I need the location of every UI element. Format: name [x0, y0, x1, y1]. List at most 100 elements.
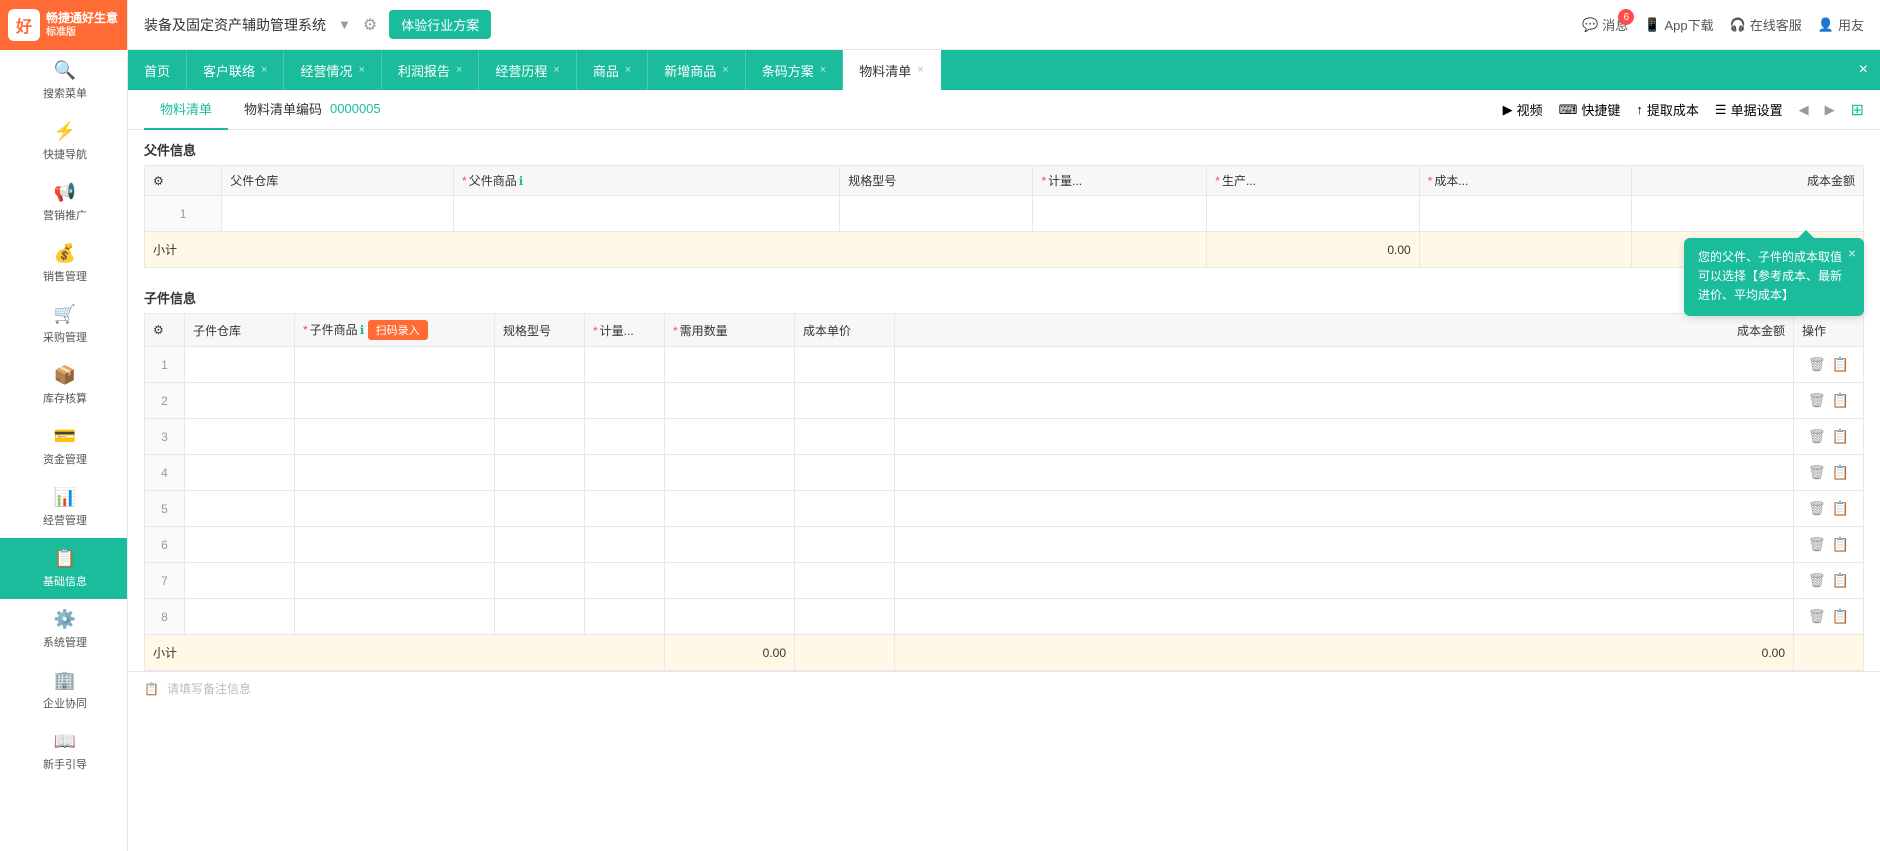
child-spec-8[interactable]: [495, 599, 585, 635]
child-req-qty-5[interactable]: [665, 491, 795, 527]
child-warehouse-8[interactable]: [185, 599, 295, 635]
child-cost-amount-1[interactable]: [895, 347, 1794, 383]
app-download-btn[interactable]: 📱 App下载: [1644, 15, 1713, 34]
child-spec-4[interactable]: [495, 455, 585, 491]
scan-input-btn[interactable]: 扫码录入: [368, 320, 428, 340]
copy-icon-5[interactable]: 📋: [1832, 500, 1849, 517]
close-tab-profit[interactable]: ×: [456, 64, 462, 76]
child-cost-amount-6[interactable]: [895, 527, 1794, 563]
child-unit-8[interactable]: [585, 599, 665, 635]
close-tab-customers[interactable]: ×: [261, 64, 267, 76]
delete-icon-1[interactable]: 🗑: [1808, 356, 1826, 373]
copy-icon-7[interactable]: 📋: [1832, 572, 1849, 589]
sidebar-item-quick-nav[interactable]: ⚡快捷导航: [0, 111, 127, 172]
settings-icon[interactable]: ⚙: [363, 15, 377, 35]
sidebar-item-marketing[interactable]: 📢营销推广: [0, 172, 127, 233]
close-tab-bom[interactable]: ×: [917, 64, 923, 76]
copy-icon-8[interactable]: 📋: [1832, 608, 1849, 625]
child-goods-3[interactable]: [295, 419, 495, 455]
child-unit-cost-7[interactable]: [795, 563, 895, 599]
copy-icon-2[interactable]: 📋: [1832, 392, 1849, 409]
nav-tab-goods[interactable]: 商品×: [577, 50, 648, 90]
nav-tab-customers[interactable]: 客户联络×: [187, 50, 284, 90]
online-service-btn[interactable]: 🎧 在线客服: [1730, 15, 1802, 34]
child-unit-cost-2[interactable]: [795, 383, 895, 419]
sidebar-item-inventory[interactable]: 📦库存核算: [0, 355, 127, 416]
child-goods-6[interactable]: [295, 527, 495, 563]
child-req-qty-4[interactable]: [665, 455, 795, 491]
child-warehouse-4[interactable]: [185, 455, 295, 491]
sidebar-item-purchase[interactable]: 🛒采购管理: [0, 294, 127, 355]
child-warehouse-2[interactable]: [185, 383, 295, 419]
child-unit-cost-5[interactable]: [795, 491, 895, 527]
child-unit-2[interactable]: [585, 383, 665, 419]
parent-cell-spec-1[interactable]: [840, 196, 1033, 232]
copy-icon-6[interactable]: 📋: [1832, 536, 1849, 553]
child-cost-amount-3[interactable]: [895, 419, 1794, 455]
child-warehouse-6[interactable]: [185, 527, 295, 563]
parent-cell-cost-amount-1[interactable]: [1632, 196, 1864, 232]
child-req-qty-6[interactable]: [665, 527, 795, 563]
copy-icon-1[interactable]: 📋: [1832, 356, 1849, 373]
nav-tab-barcode[interactable]: 条码方案×: [746, 50, 843, 90]
child-unit-1[interactable]: [585, 347, 665, 383]
child-unit-cost-1[interactable]: [795, 347, 895, 383]
single-settings-btn[interactable]: ☰ 单据设置: [1715, 100, 1783, 119]
child-unit-cost-8[interactable]: [795, 599, 895, 635]
message-btn[interactable]: 💬 消息 6: [1582, 15, 1628, 34]
child-warehouse-3[interactable]: [185, 419, 295, 455]
child-warehouse-1[interactable]: [185, 347, 295, 383]
child-unit-5[interactable]: [585, 491, 665, 527]
close-tab-barcode[interactable]: ×: [820, 64, 826, 76]
user-btn[interactable]: 👤 用友: [1818, 15, 1864, 34]
grid-view-icon[interactable]: ⊞: [1851, 100, 1864, 120]
parent-cell-goods-1[interactable]: [454, 196, 840, 232]
nav-tab-history[interactable]: 经营历程×: [479, 50, 576, 90]
child-req-qty-1[interactable]: [665, 347, 795, 383]
close-tab-history[interactable]: ×: [553, 64, 559, 76]
child-req-qty-7[interactable]: [665, 563, 795, 599]
child-warehouse-7[interactable]: [185, 563, 295, 599]
child-spec-6[interactable]: [495, 527, 585, 563]
sidebar-item-sales[interactable]: 💰销售管理: [0, 233, 127, 294]
delete-icon-5[interactable]: 🗑: [1808, 500, 1826, 517]
child-cost-amount-2[interactable]: [895, 383, 1794, 419]
nav-tab-bom[interactable]: 物料清单×: [843, 50, 940, 90]
close-tab-goods[interactable]: ×: [625, 64, 631, 76]
tooltip-close-btn[interactable]: ×: [1848, 242, 1856, 264]
close-tab-operations[interactable]: ×: [358, 64, 364, 76]
child-goods-info-icon[interactable]: ℹ: [360, 323, 365, 337]
delete-icon-4[interactable]: 🗑: [1808, 464, 1826, 481]
child-unit-3[interactable]: [585, 419, 665, 455]
sub-tab-bom-code[interactable]: 物料清单编码 0000005: [228, 90, 397, 130]
child-settings-gear[interactable]: ⚙: [153, 323, 164, 337]
delete-icon-3[interactable]: 🗑: [1808, 428, 1826, 445]
child-goods-7[interactable]: [295, 563, 495, 599]
sidebar-item-system[interactable]: ⚙️系统管理: [0, 599, 127, 660]
child-warehouse-5[interactable]: [185, 491, 295, 527]
child-unit-4[interactable]: [585, 455, 665, 491]
child-spec-5[interactable]: [495, 491, 585, 527]
sidebar-item-search[interactable]: 🔍搜索菜单: [0, 50, 127, 111]
nav-right-icon[interactable]: ▶: [1825, 102, 1835, 118]
delete-icon-2[interactable]: 🗑: [1808, 392, 1826, 409]
child-req-qty-8[interactable]: [665, 599, 795, 635]
child-goods-2[interactable]: [295, 383, 495, 419]
extract-cost-btn[interactable]: ↑ 提取成本: [1636, 100, 1699, 119]
copy-icon-3[interactable]: 📋: [1832, 428, 1849, 445]
nav-tab-operations[interactable]: 经营情况×: [284, 50, 381, 90]
sidebar-item-finance[interactable]: 💳资金管理: [0, 416, 127, 477]
close-tab-new-goods[interactable]: ×: [722, 64, 728, 76]
child-spec-7[interactable]: [495, 563, 585, 599]
sidebar-item-operations[interactable]: 📊经营管理: [0, 477, 127, 538]
sidebar-item-basic-info[interactable]: 📋基础信息: [0, 538, 127, 599]
child-spec-3[interactable]: [495, 419, 585, 455]
nav-tab-profit[interactable]: 利润报告×: [382, 50, 479, 90]
child-cost-amount-7[interactable]: [895, 563, 1794, 599]
child-unit-cost-3[interactable]: [795, 419, 895, 455]
child-unit-7[interactable]: [585, 563, 665, 599]
child-req-qty-3[interactable]: [665, 419, 795, 455]
view-video-btn[interactable]: ▶ 视频: [1503, 100, 1543, 119]
delete-icon-8[interactable]: 🗑: [1808, 608, 1826, 625]
parent-cell-cost-1[interactable]: [1419, 196, 1631, 232]
